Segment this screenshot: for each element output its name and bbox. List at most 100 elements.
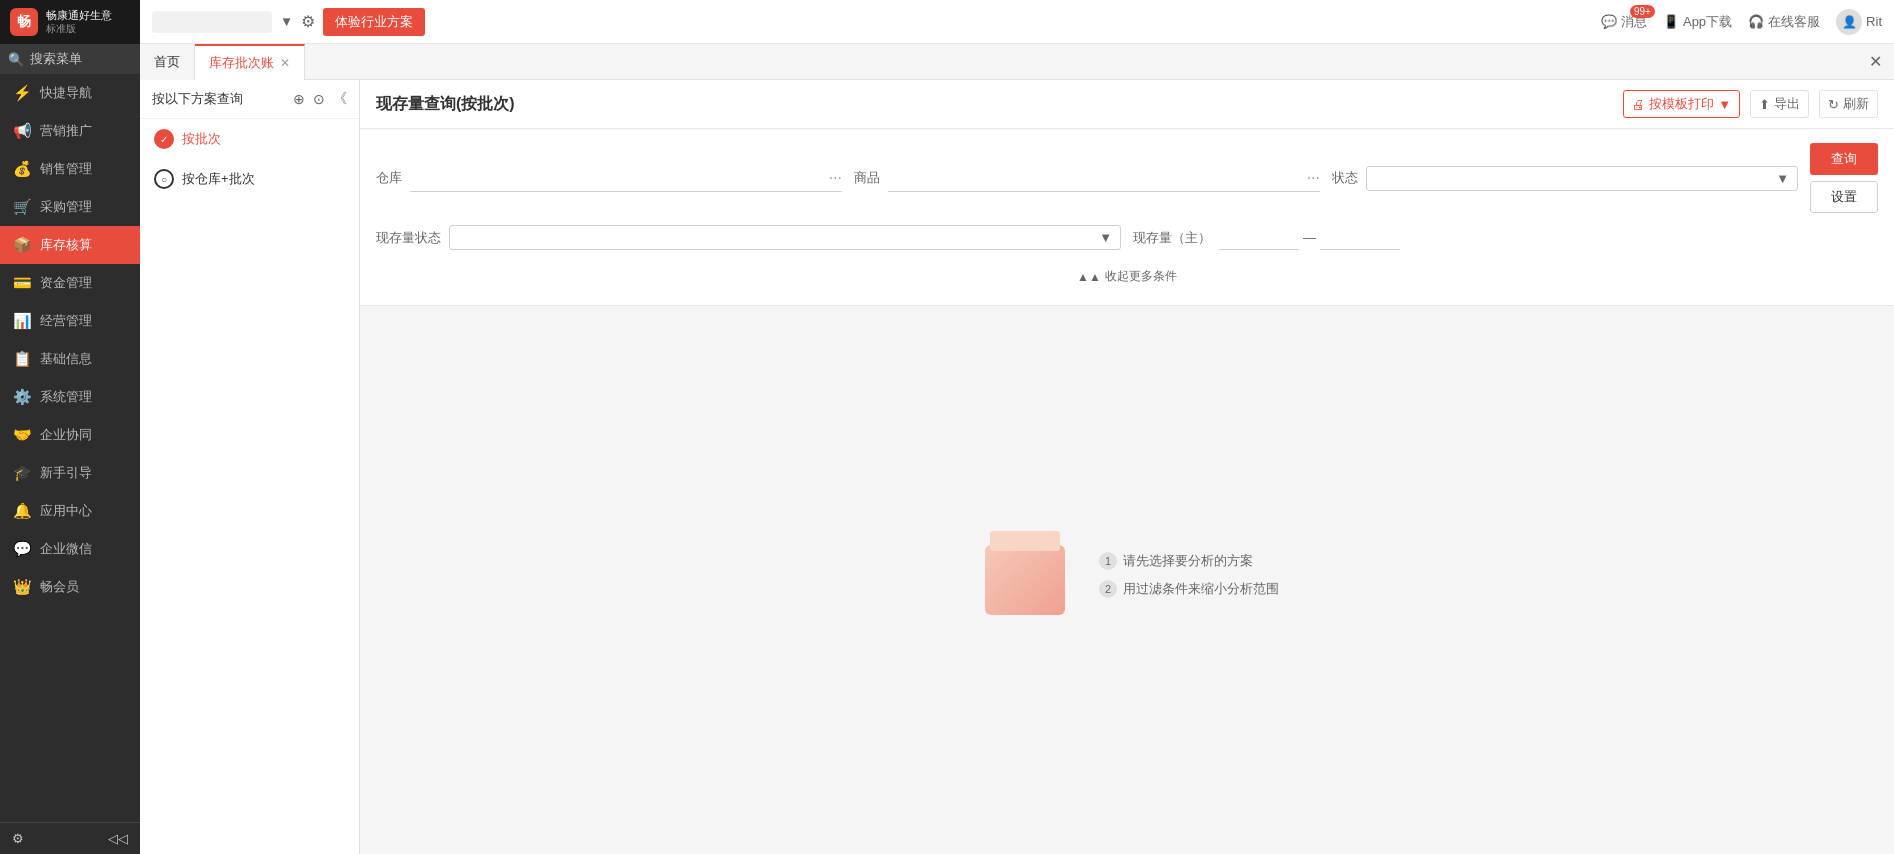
- sidebar-item-basic[interactable]: 📋 基础信息: [0, 340, 140, 378]
- wechat-icon: 💬: [12, 540, 32, 558]
- search-row-2: 现存量状态 ▼ 现存量（主） —: [376, 225, 1878, 250]
- settings-scheme-icon[interactable]: ⊙: [313, 91, 325, 107]
- phone-icon: 📱: [1663, 14, 1679, 29]
- sidebar-item-system[interactable]: ⚙️ 系统管理: [0, 378, 140, 416]
- batch-icon: ✓: [154, 129, 174, 149]
- topbar: ▼ ⚙ 体验行业方案 💬 消息 99+ 📱 App下载 🎧 在线客服 👤 Rit: [140, 0, 1894, 44]
- filter-item-warehouse-batch[interactable]: ○ 按仓库+批次: [140, 159, 359, 199]
- experience-btn[interactable]: 体验行业方案: [323, 8, 425, 36]
- purchase-icon: 🛒: [12, 198, 32, 216]
- refresh-btn[interactable]: ↻ 刷新: [1819, 90, 1878, 118]
- warehouse-field: 仓库 ···: [376, 165, 842, 192]
- user-name: Rit: [1866, 14, 1882, 29]
- filter-panel-title: 按以下方案查询: [152, 90, 243, 108]
- filter-item-batch-label: 按批次: [182, 130, 221, 148]
- system-icon: ⚙️: [12, 388, 32, 406]
- sidebar-item-label: 新手引导: [40, 464, 92, 482]
- settings-button[interactable]: 设置: [1810, 181, 1878, 213]
- qty-max-input[interactable]: [1320, 226, 1400, 250]
- sidebar-item-appcenter[interactable]: 🔔 应用中心: [0, 492, 140, 530]
- tab-inventory-batch[interactable]: 库存批次账 ✕: [195, 44, 305, 80]
- app-download-btn[interactable]: 📱 App下载: [1663, 13, 1732, 31]
- tab-inventory-batch-label: 库存批次账: [209, 54, 274, 72]
- topbar-search-input[interactable]: [152, 11, 272, 33]
- print-dropdown-icon: ▼: [1718, 97, 1731, 112]
- collapse-sidebar-icon[interactable]: ◁◁: [108, 831, 128, 846]
- step1-text: 请先选择要分析的方案: [1123, 552, 1253, 570]
- settings-icon[interactable]: ⚙: [12, 831, 24, 846]
- sidebar-item-label: 企业协同: [40, 426, 92, 444]
- status-label: 状态: [1332, 169, 1358, 187]
- sidebar-item-label: 采购管理: [40, 198, 92, 216]
- enterprise-icon: 🤝: [12, 426, 32, 444]
- export-label: 导出: [1774, 95, 1800, 113]
- warehouse-dots-icon[interactable]: ···: [829, 169, 842, 187]
- filter-item-warehouse-batch-label: 按仓库+批次: [182, 170, 255, 188]
- empty-state: 1 请先选择要分析的方案 2 用过滤条件来缩小分析范围: [360, 306, 1894, 854]
- print-btn[interactable]: 🖨 按模板打印 ▼: [1623, 90, 1740, 118]
- sidebar-item-enterprise[interactable]: 🤝 企业协同: [0, 416, 140, 454]
- content-area: 按以下方案查询 ⊕ ⊙ 《 ✓ 按批次 ○ 按仓库+批次 现存量查询(按批次): [140, 80, 1894, 854]
- search-icon: 🔍: [8, 52, 24, 67]
- sidebar-item-business[interactable]: 📊 经营管理: [0, 302, 140, 340]
- sidebar-item-label: 基础信息: [40, 350, 92, 368]
- goods-dots-icon[interactable]: ···: [1307, 169, 1320, 187]
- tabbar: 首页 库存批次账 ✕ ✕: [140, 44, 1894, 80]
- appcenter-icon: 🔔: [12, 502, 32, 520]
- tab-home-label: 首页: [154, 53, 180, 71]
- message-btn[interactable]: 💬 消息 99+: [1601, 13, 1647, 31]
- collapse-label: 收起更多条件: [1105, 268, 1177, 285]
- filter-item-batch[interactable]: ✓ 按批次: [140, 119, 359, 159]
- empty-step2: 2 用过滤条件来缩小分析范围: [1099, 580, 1279, 598]
- sidebar-menu: ⚡ 快捷导航 📢 营销推广 💰 销售管理 🛒 采购管理 📦 库存核算 💳 资金管…: [0, 74, 140, 822]
- topbar-gear-icon[interactable]: ⚙: [301, 12, 315, 31]
- sidebar-item-sales[interactable]: 💰 销售管理: [0, 150, 140, 188]
- status-dropdown-icon: ▼: [1776, 171, 1789, 186]
- sidebar: 畅 畅康通好生意 标准版 🔍 搜索菜单 ⚡ 快捷导航 📢 营销推广 💰 销售管理…: [0, 0, 140, 854]
- sidebar-item-label: 营销推广: [40, 122, 92, 140]
- panel-close-btn[interactable]: ✕: [1857, 52, 1894, 71]
- collapse-conditions-btn[interactable]: ▲▲ 收起更多条件: [376, 262, 1878, 291]
- empty-step1: 1 请先选择要分析的方案: [1099, 552, 1279, 570]
- sidebar-item-wechat[interactable]: 💬 企业微信: [0, 530, 140, 568]
- add-scheme-icon[interactable]: ⊕: [293, 91, 305, 107]
- stock-status-dropdown-icon: ▼: [1099, 230, 1112, 245]
- member-icon: 👑: [12, 578, 32, 596]
- sidebar-item-label: 销售管理: [40, 160, 92, 178]
- sidebar-item-member[interactable]: 👑 畅会员: [0, 568, 140, 606]
- topbar-dropdown-btn[interactable]: ▼: [280, 14, 293, 29]
- qty-min-input[interactable]: [1219, 226, 1299, 250]
- sidebar-item-marketing[interactable]: 📢 营销推广: [0, 112, 140, 150]
- qty-dash: —: [1303, 230, 1316, 245]
- sidebar-header: 畅 畅康通好生意 标准版: [0, 0, 140, 44]
- online-service-label: 在线客服: [1768, 13, 1820, 31]
- tab-close-icon[interactable]: ✕: [280, 56, 290, 70]
- sidebar-item-label: 企业微信: [40, 540, 92, 558]
- topbar-right: 💬 消息 99+ 📱 App下载 🎧 在线客服 👤 Rit: [1601, 9, 1882, 35]
- collapse-panel-icon[interactable]: 《: [333, 90, 347, 108]
- user-menu[interactable]: 👤 Rit: [1836, 9, 1882, 35]
- export-btn[interactable]: ⬆ 导出: [1750, 90, 1809, 118]
- filter-panel-header: 按以下方案查询 ⊕ ⊙ 《: [140, 80, 359, 119]
- query-button[interactable]: 查询: [1810, 143, 1878, 175]
- sidebar-item-finance[interactable]: 💳 资金管理: [0, 264, 140, 302]
- sidebar-search[interactable]: 🔍 搜索菜单: [0, 44, 140, 74]
- search-row-1: 仓库 ··· 商品 ··· 状态: [376, 143, 1878, 213]
- step2-num: 2: [1099, 580, 1117, 598]
- warehouse-input[interactable]: [410, 170, 829, 185]
- goods-input[interactable]: [888, 170, 1307, 185]
- goods-label: 商品: [854, 169, 880, 187]
- topbar-left: ▼ ⚙ 体验行业方案: [152, 8, 1593, 36]
- filter-panel-icons: ⊕ ⊙ 《: [293, 90, 347, 108]
- sidebar-item-inventory[interactable]: 📦 库存核算: [0, 226, 140, 264]
- status-select[interactable]: ▼: [1366, 166, 1798, 191]
- basic-icon: 📋: [12, 350, 32, 368]
- sidebar-item-quicknav[interactable]: ⚡ 快捷导航: [0, 74, 140, 112]
- stock-status-select[interactable]: ▼: [449, 225, 1121, 250]
- sidebar-item-purchase[interactable]: 🛒 采购管理: [0, 188, 140, 226]
- app-edition: 标准版: [46, 22, 112, 36]
- app-logo: 畅: [10, 8, 38, 36]
- sidebar-item-newuser[interactable]: 🎓 新手引导: [0, 454, 140, 492]
- tab-home[interactable]: 首页: [140, 44, 195, 80]
- online-service-btn[interactable]: 🎧 在线客服: [1748, 13, 1820, 31]
